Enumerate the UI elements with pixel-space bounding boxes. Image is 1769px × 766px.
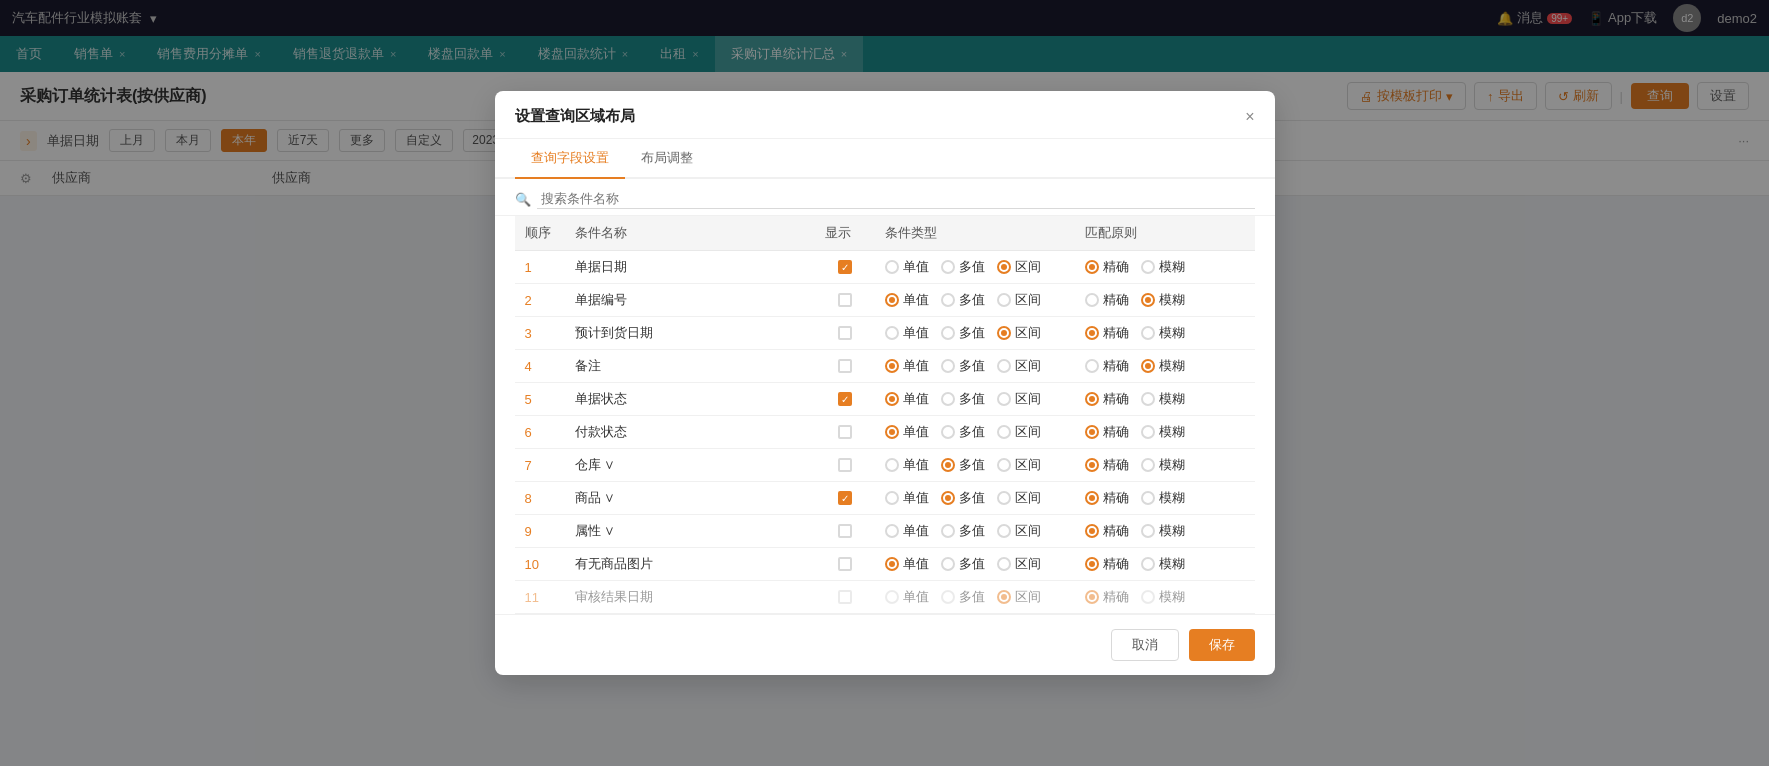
search-input[interactable]	[537, 189, 1255, 196]
modal-tab-bar: 查询字段设置 布局调整	[495, 139, 1275, 179]
modal-overlay: 设置查询区域布局 × 查询字段设置 布局调整 🔍 顺序	[0, 0, 1769, 196]
modal-search-area: 🔍	[495, 179, 1275, 196]
search-underline	[537, 189, 1255, 196]
modal-header: 设置查询区域布局 ×	[495, 91, 1275, 139]
modal-close-button[interactable]: ×	[1245, 108, 1254, 126]
modal-title: 设置查询区域布局	[515, 107, 635, 126]
search-icon: 🔍	[515, 192, 531, 197]
settings-modal: 设置查询区域布局 × 查询字段设置 布局调整 🔍 顺序	[495, 91, 1275, 196]
tab-layout-adjust[interactable]: 布局调整	[625, 139, 709, 179]
tab-query-fields[interactable]: 查询字段设置	[515, 139, 625, 179]
